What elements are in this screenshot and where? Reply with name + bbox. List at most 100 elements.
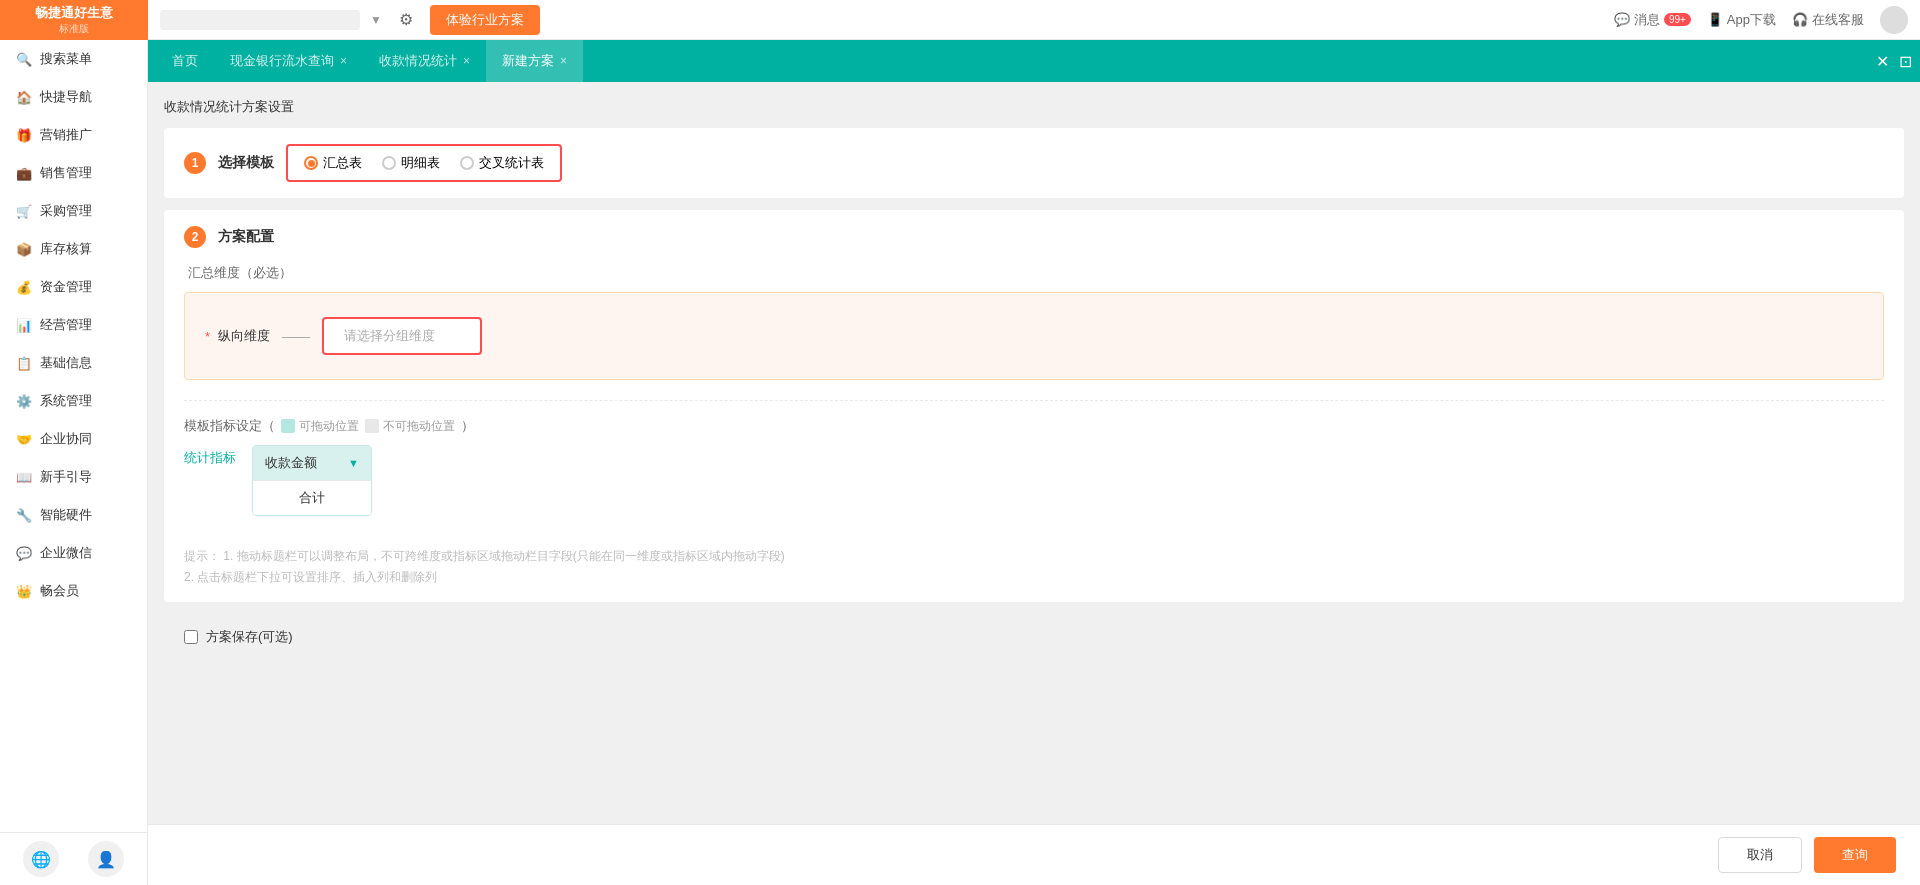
footer-bar: 取消 查询 bbox=[148, 824, 1920, 885]
radio-summary[interactable]: 汇总表 bbox=[304, 154, 362, 172]
metric-table-header[interactable]: 收款金额 ▼ bbox=[253, 446, 371, 480]
metric-table: 收款金额 ▼ 合计 bbox=[252, 445, 372, 516]
home-icon: 🏠 bbox=[16, 90, 32, 105]
message-button[interactable]: 💬 消息 99+ bbox=[1614, 11, 1691, 29]
service-button[interactable]: 🎧 在线客服 bbox=[1792, 11, 1864, 29]
sidebar-item-member[interactable]: 👑 畅会员 bbox=[0, 572, 147, 610]
sidebar-item-marketing[interactable]: 🎁 营销推广 bbox=[0, 116, 147, 154]
sidebar-item-system[interactable]: ⚙️ 系统管理 bbox=[0, 382, 147, 420]
logo-sub: 标准版 bbox=[59, 22, 89, 36]
service-icon: 🎧 bbox=[1792, 12, 1808, 27]
tab-newplan-close[interactable]: × bbox=[560, 54, 567, 68]
legend-draggable: 可拖动位置 bbox=[281, 418, 359, 435]
row-dim-label: 纵向维度 bbox=[218, 327, 270, 345]
system-icon: ⚙️ bbox=[16, 394, 32, 409]
chevron-down-icon: ▼ bbox=[370, 13, 382, 27]
tab-cashflow-label: 现金银行流水查询 bbox=[230, 52, 334, 70]
sales-icon: 💼 bbox=[16, 166, 32, 181]
dim-select-box[interactable]: 请选择分组维度 bbox=[322, 317, 482, 355]
metric-section: 模板指标设定（ 可拖动位置 不可拖动位置 ） bbox=[184, 400, 1884, 516]
industry-button[interactable]: 体验行业方案 bbox=[430, 5, 540, 35]
tip2: 2. 点击标题栏下拉可设置排序、插入列和删除列 bbox=[184, 569, 1884, 586]
dimension-area: * 纵向维度 —— 请选择分组维度 bbox=[184, 292, 1884, 380]
service-label: 在线客服 bbox=[1812, 11, 1864, 29]
sidebar-bottom-icon1[interactable]: 🌐 bbox=[23, 841, 59, 877]
user-avatar[interactable] bbox=[1880, 6, 1908, 34]
sidebar-item-hardware[interactable]: 🔧 智能硬件 bbox=[0, 496, 147, 534]
sidebar-item-nav[interactable]: 🏠 快捷导航 bbox=[0, 78, 147, 116]
legend-undraggable: 不可拖动位置 bbox=[365, 418, 455, 435]
tab-home[interactable]: 首页 bbox=[156, 40, 214, 82]
sidebar-item-guide[interactable]: 📖 新手引导 bbox=[0, 458, 147, 496]
member-icon: 👑 bbox=[16, 584, 32, 599]
sidebar-item-search[interactable]: 🔍 搜索菜单 bbox=[0, 40, 147, 78]
sidebar-item-finance[interactable]: 💰 资金管理 bbox=[0, 268, 147, 306]
sidebar-item-basic[interactable]: 📋 基础信息 bbox=[0, 344, 147, 382]
gear-button[interactable]: ⚙ bbox=[392, 6, 420, 34]
sidebar-label-management: 经营管理 bbox=[40, 316, 92, 334]
tab-bar: 首页 现金银行流水查询 × 收款情况统计 × 新建方案 × ✕ ⊡ bbox=[148, 40, 1920, 82]
guide-icon: 📖 bbox=[16, 470, 32, 485]
template-section: 1 选择模板 汇总表 bbox=[164, 128, 1904, 198]
metric-table-row: 合计 bbox=[253, 480, 371, 515]
query-button[interactable]: 查询 bbox=[1814, 837, 1896, 873]
wechat-icon: 💬 bbox=[16, 546, 32, 561]
tab-receipts[interactable]: 收款情况统计 × bbox=[363, 40, 486, 82]
sidebar-label-sales: 销售管理 bbox=[40, 164, 92, 182]
cancel-button[interactable]: 取消 bbox=[1718, 837, 1802, 873]
sidebar-item-purchase[interactable]: 🛒 采购管理 bbox=[0, 192, 147, 230]
sidebar-item-management[interactable]: 📊 经营管理 bbox=[0, 306, 147, 344]
dimension-title: 汇总维度（必选） bbox=[188, 264, 1884, 282]
metric-header-text: 收款金额 bbox=[265, 454, 317, 472]
sidebar-label-member: 畅会员 bbox=[40, 582, 79, 600]
page-body: 收款情况统计方案设置 1 选择模板 bbox=[148, 82, 1920, 824]
sidebar-label-nav: 快捷导航 bbox=[40, 88, 92, 106]
tab-newplan[interactable]: 新建方案 × bbox=[486, 40, 583, 82]
page-title: 收款情况统计方案设置 bbox=[164, 98, 1904, 116]
radio-detail[interactable]: 明细表 bbox=[382, 154, 440, 172]
basic-icon: 📋 bbox=[16, 356, 32, 371]
message-icon: 💬 bbox=[1614, 12, 1630, 27]
step1-title: 选择模板 bbox=[218, 154, 274, 172]
sidebar-item-sales[interactable]: 💼 销售管理 bbox=[0, 154, 147, 192]
finance-icon: 💰 bbox=[16, 280, 32, 295]
inventory-icon: 📦 bbox=[16, 242, 32, 257]
logo-area: 畅捷通好生意 标准版 bbox=[0, 0, 148, 40]
sidebar-item-wechat[interactable]: 💬 企业微信 bbox=[0, 534, 147, 572]
corp-icon: 🤝 bbox=[16, 432, 32, 447]
sidebar-label-finance: 资金管理 bbox=[40, 278, 92, 296]
purchase-icon: 🛒 bbox=[16, 204, 32, 219]
download-button[interactable]: 📱 App下载 bbox=[1707, 11, 1776, 29]
tab-cashflow[interactable]: 现金银行流水查询 × bbox=[214, 40, 363, 82]
sidebar-label-hardware: 智能硬件 bbox=[40, 506, 92, 524]
template-options-box: 汇总表 明细表 交叉统计表 bbox=[286, 144, 562, 182]
metric-header-label: 模板指标设定（ bbox=[184, 417, 275, 435]
stat-indicator-label: 统计指标 bbox=[184, 449, 236, 467]
hardware-icon: 🔧 bbox=[16, 508, 32, 523]
radio-cross[interactable]: 交叉统计表 bbox=[460, 154, 544, 172]
sidebar-label-search: 搜索菜单 bbox=[40, 50, 92, 68]
sidebar-label-marketing: 营销推广 bbox=[40, 126, 92, 144]
save-checkbox[interactable] bbox=[184, 630, 198, 644]
tab-close-all-icon[interactable]: ✕ bbox=[1876, 52, 1889, 71]
radio-detail-label: 明细表 bbox=[401, 154, 440, 172]
message-badge: 99+ bbox=[1664, 13, 1691, 26]
tab-newplan-label: 新建方案 bbox=[502, 52, 554, 70]
download-label: App下载 bbox=[1727, 11, 1776, 29]
tab-cashflow-close[interactable]: × bbox=[340, 54, 347, 68]
sidebar-item-inventory[interactable]: 📦 库存核算 bbox=[0, 230, 147, 268]
breadcrumb-input[interactable] bbox=[160, 10, 360, 30]
tab-receipts-close[interactable]: × bbox=[463, 54, 470, 68]
sidebar-label-corp: 企业协同 bbox=[40, 430, 92, 448]
sidebar-bottom-icon2[interactable]: 👤 bbox=[88, 841, 124, 877]
dim-arrow-icon: —— bbox=[282, 328, 310, 344]
sidebar-label-inventory: 库存核算 bbox=[40, 240, 92, 258]
management-icon: 📊 bbox=[16, 318, 32, 333]
marketing-icon: 🎁 bbox=[16, 128, 32, 143]
search-icon: 🔍 bbox=[16, 52, 32, 67]
tab-maximize-icon[interactable]: ⊡ bbox=[1899, 52, 1912, 71]
sidebar-item-corp[interactable]: 🤝 企业协同 bbox=[0, 420, 147, 458]
dim-placeholder: 请选择分组维度 bbox=[344, 328, 435, 343]
sidebar-label-wechat: 企业微信 bbox=[40, 544, 92, 562]
tab-receipts-label: 收款情况统计 bbox=[379, 52, 457, 70]
